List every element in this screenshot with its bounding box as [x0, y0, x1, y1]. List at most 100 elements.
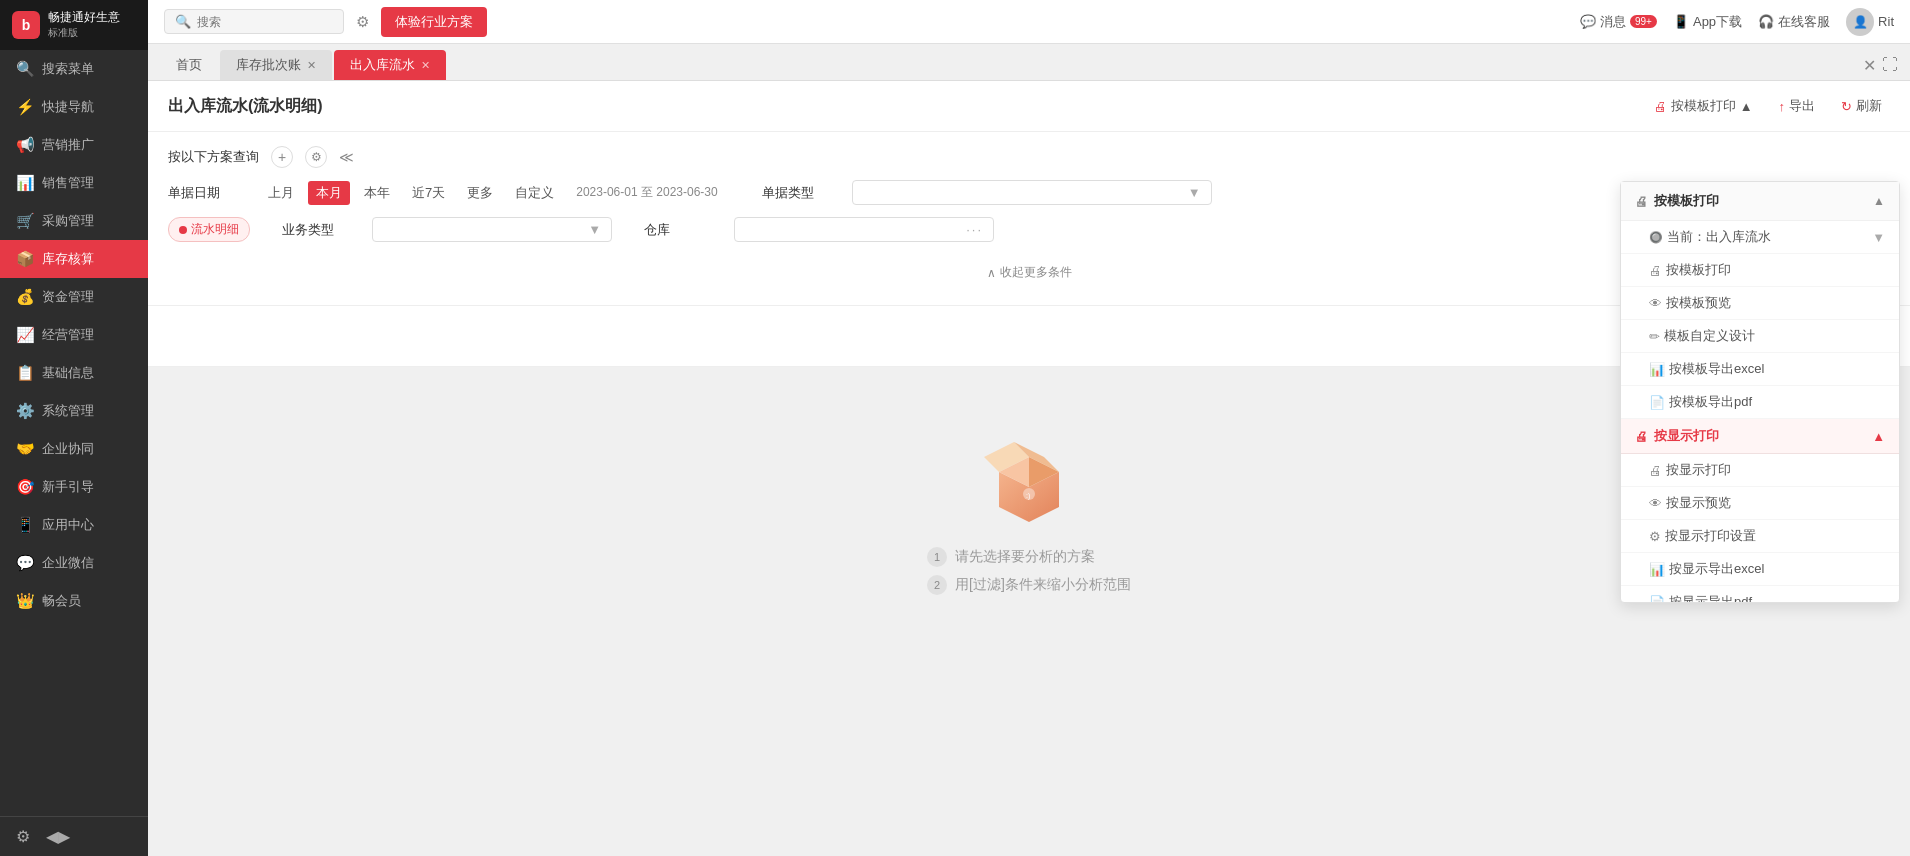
topbar: 🔍 ⚙ 体验行业方案 💬 消息 99+ 📱 App下载 🎧 在线客服 👤	[148, 0, 1910, 44]
filter-add-btn[interactable]: +	[271, 146, 293, 168]
tab-inventory-flow[interactable]: 出入库流水 ✕	[334, 50, 446, 80]
dropdown-header[interactable]: 🖨 按模板打印 ▲	[1621, 182, 1899, 221]
date-opt-7days[interactable]: 近7天	[404, 181, 453, 205]
dropdown-display-pdf-label: 按显示导出pdf	[1669, 593, 1752, 602]
gear-icon[interactable]: ⚙	[356, 13, 369, 31]
online-service-btn[interactable]: 🎧 在线客服	[1758, 13, 1830, 31]
sidebar-item-finance[interactable]: 💰 资金管理	[0, 278, 148, 316]
dropdown-display-section-label: 按显示打印	[1654, 427, 1719, 445]
export-label: 导出	[1789, 97, 1815, 115]
dropdown-template-preview[interactable]: 👁 按模板预览	[1621, 287, 1899, 320]
message-label: 消息	[1600, 13, 1626, 31]
settings-bottom-icon[interactable]: ⚙	[16, 827, 30, 846]
warehouse-input[interactable]: ···	[734, 217, 994, 242]
step-2-text: 用[过滤]条件来缩小分析范围	[955, 576, 1131, 594]
dropdown-collapse-icon[interactable]: ▲	[1873, 194, 1885, 208]
main-area: 🔍 ⚙ 体验行业方案 💬 消息 99+ 📱 App下载 🎧 在线客服 👤	[148, 0, 1910, 856]
date-opt-this-year[interactable]: 本年	[356, 181, 398, 205]
message-btn[interactable]: 💬 消息 99+	[1580, 13, 1657, 31]
user-area[interactable]: 👤 Rit	[1846, 8, 1894, 36]
tab-window-controls: ✕ ⛶	[1863, 56, 1898, 75]
marketing-icon: 📢	[16, 136, 34, 154]
sidebar-item-sales[interactable]: 📊 销售管理	[0, 164, 148, 202]
dropdown-header-label: 按模板打印	[1654, 192, 1719, 210]
maximize-tab-btn[interactable]: ⛶	[1882, 56, 1898, 74]
date-opt-more[interactable]: 更多	[459, 181, 501, 205]
current-arrow: ▼	[1872, 230, 1885, 245]
empty-step-1: 1 请先选择要分析的方案	[927, 547, 1131, 567]
display-print-section-icon: 🖨	[1635, 429, 1648, 444]
date-opt-custom[interactable]: 自定义	[507, 181, 562, 205]
sidebar-item-purchase[interactable]: 🛒 采购管理	[0, 202, 148, 240]
sidebar-item-operations[interactable]: 📈 经营管理	[0, 316, 148, 354]
dropdown-display-section[interactable]: 🖨 按显示打印 ▲	[1621, 419, 1899, 454]
print-template-btn[interactable]: 🖨 按模板打印 ▲	[1646, 93, 1761, 119]
dropdown-display-pdf[interactable]: 📄 按显示导出pdf	[1621, 586, 1899, 602]
pdf-icon: 📄	[1649, 395, 1665, 410]
sidebar-item-vip[interactable]: 👑 畅会员	[0, 582, 148, 620]
dropdown-current-label: 当前：出入库流水	[1667, 228, 1771, 246]
sidebar-item-label: 企业协同	[42, 440, 94, 458]
sidebar-item-marketing[interactable]: 📢 营销推广	[0, 126, 148, 164]
page-content: 出入库流水(流水明细) 🖨 按模板打印 ▲ ↑ 导出 ↻ 刷新	[148, 81, 1910, 856]
online-service-label: 在线客服	[1778, 13, 1830, 31]
dropdown-template-print[interactable]: 🖨 按模板打印	[1621, 254, 1899, 287]
preview-icon: 👁	[1649, 296, 1662, 311]
sidebar-item-inventory[interactable]: 📦 库存核算	[0, 240, 148, 278]
dropdown-template-custom[interactable]: ✏ 模板自定义设计	[1621, 320, 1899, 353]
refresh-btn[interactable]: ↻ 刷新	[1833, 93, 1890, 119]
dropdown-display-excel[interactable]: 📊 按显示导出excel	[1621, 553, 1899, 586]
sidebar-item-app-center[interactable]: 📱 应用中心	[0, 506, 148, 544]
business-type-select[interactable]: ▼	[372, 217, 612, 242]
search-icon: 🔍	[175, 14, 191, 29]
app-name: 畅捷通好生意	[48, 10, 120, 26]
logo-icon: b	[12, 11, 40, 39]
date-opt-last-month[interactable]: 上月	[260, 181, 302, 205]
collapse-more-btn[interactable]: ∧ 收起更多条件	[975, 258, 1084, 287]
export-btn[interactable]: ↑ 导出	[1771, 93, 1824, 119]
sidebar-item-label: 新手引导	[42, 478, 94, 496]
app-download-label: App下载	[1693, 13, 1742, 31]
sidebar-item-wechat[interactable]: 💬 企业微信	[0, 544, 148, 582]
print-template-label: 按模板打印	[1671, 97, 1736, 115]
sidebar-item-label: 采购管理	[42, 212, 94, 230]
dropdown-display-print[interactable]: 🖨 按显示打印	[1621, 454, 1899, 487]
service-icon: 🎧	[1758, 14, 1774, 29]
tab-batch-close[interactable]: ✕	[307, 59, 316, 72]
dropdown-display-preview[interactable]: 👁 按显示预览	[1621, 487, 1899, 520]
sidebar-item-system[interactable]: ⚙️ 系统管理	[0, 392, 148, 430]
guide-icon: 🎯	[16, 478, 34, 496]
trial-btn[interactable]: 体验行业方案	[381, 7, 487, 37]
sidebar-item-collab[interactable]: 🤝 企业协同	[0, 430, 148, 468]
collab-icon: 🤝	[16, 440, 34, 458]
search-input[interactable]	[197, 15, 317, 29]
sidebar-item-label: 库存核算	[42, 250, 94, 268]
filter-title: 按以下方案查询	[168, 148, 259, 166]
display-preview-icon: 👁	[1649, 496, 1662, 511]
finance-icon: 💰	[16, 288, 34, 306]
filter-collapse-btn[interactable]: ≪	[339, 149, 354, 165]
wechat-icon: 💬	[16, 554, 34, 572]
current-icon: 🔘	[1649, 231, 1663, 244]
sidebar-item-basics[interactable]: 📋 基础信息	[0, 354, 148, 392]
filter-settings-btn[interactable]: ⚙	[305, 146, 327, 168]
sidebar-item-quick-nav[interactable]: ⚡ 快捷导航	[0, 88, 148, 126]
date-opt-this-month[interactable]: 本月	[308, 181, 350, 205]
tab-batch-account[interactable]: 库存批次账 ✕	[220, 50, 332, 80]
dropdown-template-excel[interactable]: 📊 按模板导出excel	[1621, 353, 1899, 386]
tab-home[interactable]: 首页	[160, 50, 218, 80]
app-download-btn[interactable]: 📱 App下载	[1673, 13, 1742, 31]
dropdown-template-custom-label: 模板自定义设计	[1664, 327, 1755, 345]
basics-icon: 📋	[16, 364, 34, 382]
sidebar-item-guide[interactable]: 🎯 新手引导	[0, 468, 148, 506]
vip-icon: 👑	[16, 592, 34, 610]
sidebar-item-search[interactable]: 🔍 搜索菜单	[0, 50, 148, 88]
dropdown-current-item[interactable]: 🔘 当前：出入库流水 ▼	[1621, 221, 1899, 254]
dropdown-template-pdf[interactable]: 📄 按模板导出pdf	[1621, 386, 1899, 419]
voucher-type-select[interactable]: ▼	[852, 180, 1212, 205]
dropdown-display-print-settings[interactable]: ⚙ 按显示打印设置	[1621, 520, 1899, 553]
search-bar[interactable]: 🔍	[164, 9, 344, 34]
tab-flow-close[interactable]: ✕	[421, 59, 430, 72]
close-tab-btn[interactable]: ✕	[1863, 56, 1876, 75]
collapse-icon[interactable]: ◀▶	[46, 827, 70, 846]
